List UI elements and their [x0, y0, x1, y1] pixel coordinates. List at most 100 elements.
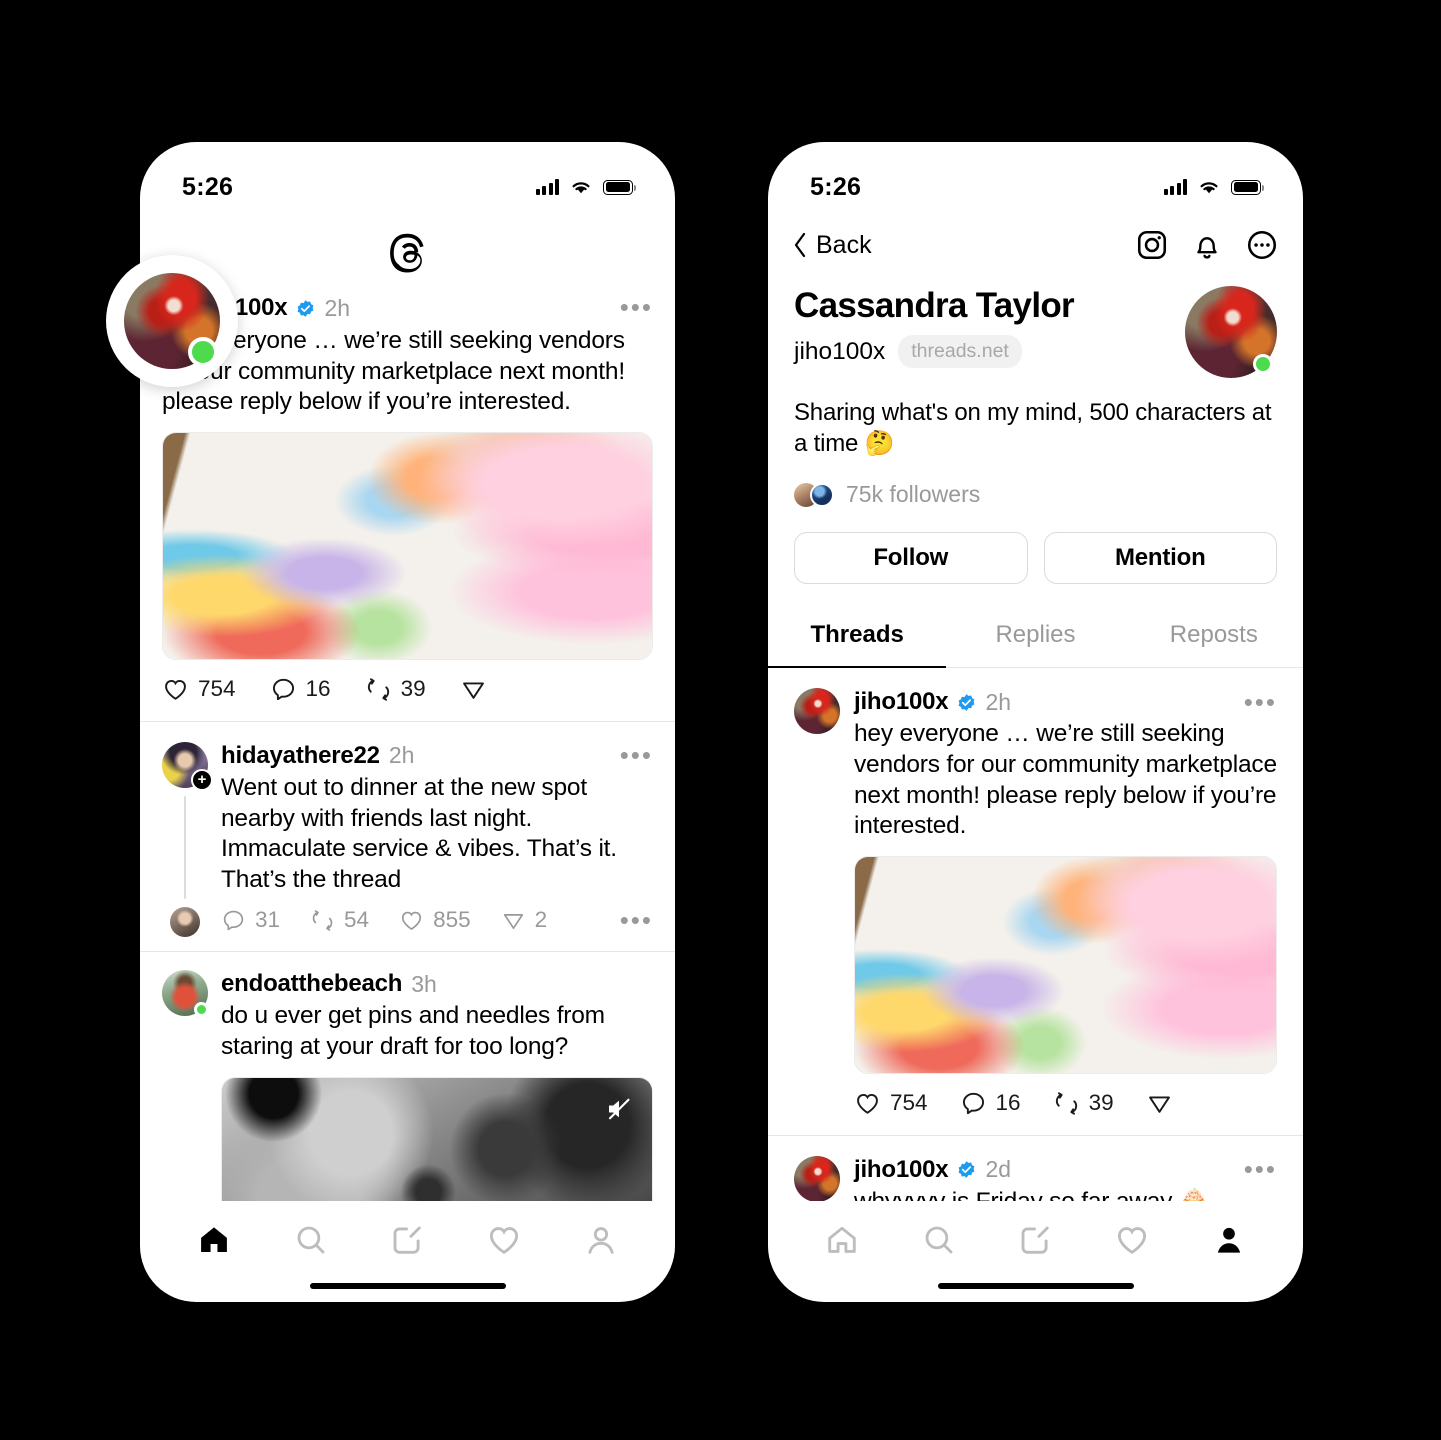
- sidebar-item-activity[interactable]: [1114, 1222, 1150, 1263]
- follower-avatar-stack: [794, 482, 834, 507]
- like-action[interactable]: 754: [854, 1090, 928, 1117]
- post-text: hey everyone … we’re still seeking vendo…: [162, 327, 625, 416]
- tab-reposts[interactable]: Reposts: [1125, 608, 1303, 667]
- stickers-photo: [163, 432, 652, 659]
- like-count: 855: [433, 907, 471, 933]
- profile-post[interactable]: jiho100x 2d ••• whyyyyy is Friday so far…: [768, 1136, 1303, 1201]
- mention-button[interactable]: Mention: [1043, 532, 1277, 585]
- sidebar-item-activity[interactable]: [486, 1222, 522, 1263]
- reply-count: 16: [305, 676, 331, 702]
- profile-cta-row: Follow Mention: [768, 508, 1303, 585]
- heart-icon: [1118, 1226, 1147, 1254]
- share-icon: [1148, 1096, 1170, 1113]
- bell-icon[interactable]: [1191, 228, 1223, 262]
- home-indicator: [768, 1283, 1303, 1302]
- repost-icon: [367, 678, 389, 701]
- mute-icon[interactable]: [604, 1094, 634, 1124]
- compose-icon: [1022, 1226, 1050, 1254]
- online-status-dot: [188, 337, 218, 367]
- post-timestamp: 2d: [985, 1156, 1012, 1183]
- highlighted-avatar-callout[interactable]: [106, 255, 238, 387]
- heart-icon: [165, 679, 186, 700]
- nav-action-icons: [1135, 228, 1279, 262]
- avatar: [810, 482, 834, 507]
- sidebar-item-profile[interactable]: [1211, 1222, 1247, 1263]
- feed-post[interactable]: + hidayathere22 2h ••• Went out to dinne…: [140, 722, 675, 952]
- avatar[interactable]: [794, 1155, 840, 1201]
- avatar[interactable]: [794, 688, 840, 735]
- sidebar-item-home[interactable]: [824, 1222, 860, 1263]
- profile-bio: Sharing what's on my mind, 500 character…: [794, 399, 1272, 457]
- share-action[interactable]: 2: [501, 907, 547, 933]
- phone-right-profile: 5:26 Back Cassandra Taylor jiho100x thre…: [768, 142, 1303, 1302]
- profile-header: Cassandra Taylor jiho100x threads.net: [768, 272, 1303, 378]
- feed-scroll-region[interactable]: jiho100x 2h ••• hey everyone … we’re sti…: [140, 294, 675, 1201]
- profile-tabs: Threads Replies Reposts: [768, 608, 1303, 669]
- sidebar-item-compose[interactable]: [1017, 1222, 1053, 1263]
- status-time: 5:26: [182, 172, 234, 201]
- page-title: Cassandra Taylor: [794, 286, 1075, 325]
- like-action[interactable]: 754: [162, 676, 236, 703]
- post-media-photo[interactable]: [854, 855, 1277, 1074]
- post-more-icon[interactable]: •••: [620, 742, 653, 767]
- status-time: 5:26: [810, 172, 862, 201]
- back-label: Back: [816, 230, 872, 259]
- feed-post[interactable]: endoatthebeach 3h do u ever get pins and…: [140, 952, 675, 1201]
- share-action[interactable]: [1146, 1090, 1173, 1117]
- repost-icon: [312, 910, 333, 931]
- post-media-photo[interactable]: [162, 431, 653, 660]
- bottom-tab-bar-right: [768, 1201, 1303, 1283]
- sidebar-item-profile[interactable]: [583, 1222, 619, 1263]
- post-username[interactable]: hidayathere22: [221, 742, 380, 770]
- add-follow-icon[interactable]: +: [191, 768, 213, 791]
- bottom-tab-bar-left: [140, 1201, 675, 1283]
- post-username[interactable]: jiho100x: [854, 688, 949, 716]
- repost-action[interactable]: 39: [1053, 1090, 1114, 1117]
- post-media-video[interactable]: [221, 1076, 653, 1201]
- repost-action[interactable]: 39: [365, 676, 426, 703]
- battery-icon: [603, 179, 636, 195]
- reply-action[interactable]: 16: [960, 1090, 1021, 1117]
- post-more-icon[interactable]: •••: [620, 907, 653, 932]
- post-header: jiho100x 2d •••: [854, 1156, 1277, 1184]
- profile-post[interactable]: jiho100x 2h ••• hey everyone … we’re sti…: [768, 668, 1303, 1135]
- followers-row[interactable]: 75k followers: [768, 459, 1303, 508]
- repost-action[interactable]: 54: [310, 907, 369, 933]
- reply-action[interactable]: 16: [270, 676, 331, 703]
- sidebar-item-home[interactable]: [196, 1222, 232, 1263]
- post-username[interactable]: jiho100x: [854, 1156, 949, 1184]
- tab-replies[interactable]: Replies: [946, 608, 1124, 667]
- share-action[interactable]: [460, 676, 487, 703]
- post-username[interactable]: endoatthebeach: [221, 970, 402, 998]
- verified-badge-icon: [959, 1161, 975, 1179]
- instagram-icon[interactable]: [1135, 228, 1169, 262]
- post-more-icon[interactable]: •••: [1244, 1156, 1277, 1181]
- home-indicator: [140, 1283, 675, 1302]
- cellular-signal-icon: [1163, 179, 1187, 195]
- handle-row: jiho100x threads.net: [794, 335, 1185, 368]
- sidebar-item-compose[interactable]: [389, 1222, 425, 1263]
- more-circle-icon[interactable]: [1245, 228, 1279, 262]
- post-text: Went out to dinner at the new spot nearb…: [221, 773, 617, 893]
- back-button[interactable]: Back: [792, 231, 872, 260]
- repost-count: 39: [400, 676, 426, 702]
- post-timestamp: 3h: [411, 970, 437, 997]
- reply-action[interactable]: 31: [221, 907, 280, 933]
- domain-chip[interactable]: threads.net: [898, 335, 1022, 368]
- heart-icon: [490, 1226, 519, 1254]
- profile-posts-scroll[interactable]: jiho100x 2h ••• hey everyone … we’re sti…: [768, 668, 1303, 1201]
- post-header: jiho100x 2h •••: [854, 688, 1277, 716]
- sidebar-item-search[interactable]: [921, 1222, 957, 1263]
- follow-button[interactable]: Follow: [794, 532, 1028, 585]
- sidebar-item-search[interactable]: [293, 1222, 329, 1263]
- avatar[interactable]: [170, 907, 200, 938]
- thread-rail: [162, 970, 209, 1201]
- verified-badge-icon: [959, 694, 975, 711]
- like-action[interactable]: 855: [399, 907, 471, 933]
- tab-threads[interactable]: Threads: [768, 608, 947, 669]
- status-indicators: [1163, 179, 1264, 195]
- thread-rail: +: [162, 741, 213, 952]
- repost-icon: [1055, 1092, 1077, 1115]
- post-more-icon[interactable]: •••: [620, 295, 653, 320]
- post-more-icon[interactable]: •••: [1244, 689, 1277, 714]
